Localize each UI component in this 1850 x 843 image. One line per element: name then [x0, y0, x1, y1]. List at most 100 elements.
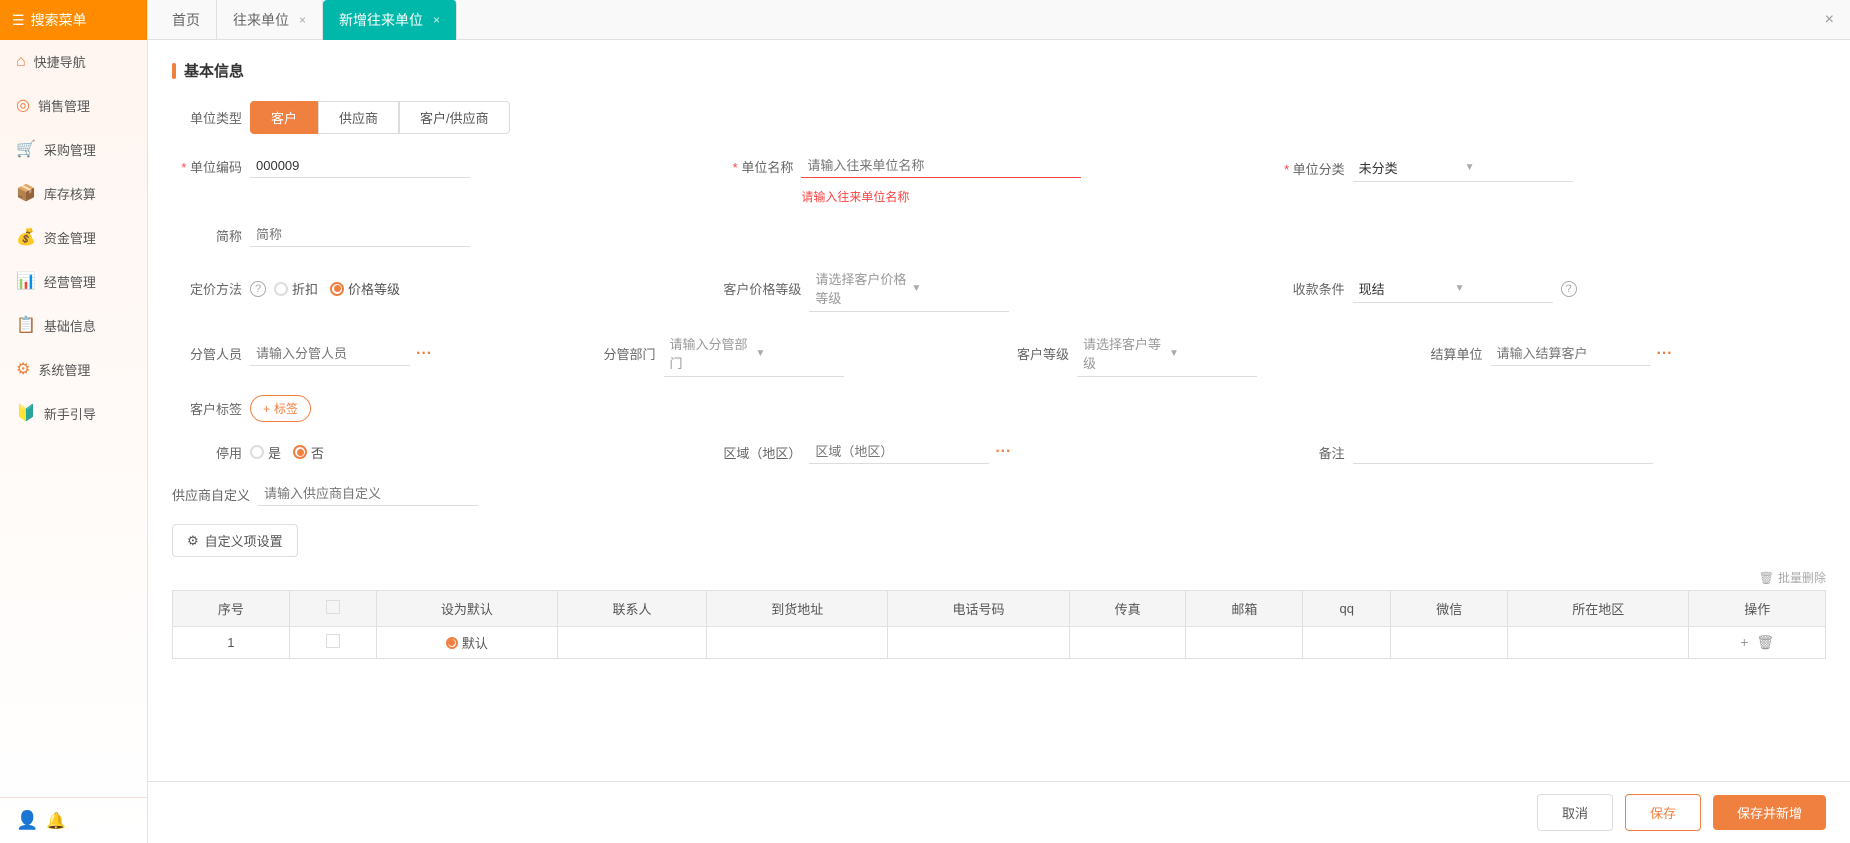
- payment-condition-select[interactable]: 现结 ▼: [1353, 275, 1553, 303]
- tab-partners-label: 往来单位: [233, 10, 289, 30]
- region-more-btn[interactable]: ···: [995, 443, 1011, 461]
- row-select-checkbox[interactable]: [326, 634, 340, 648]
- row-phone: [888, 627, 1069, 659]
- close-all-tabs[interactable]: ×: [1817, 11, 1842, 29]
- batch-delete-label[interactable]: 批量删除: [1778, 569, 1826, 586]
- manager-label: 分管人员: [172, 344, 242, 363]
- search-icon: ☰: [12, 12, 25, 29]
- unit-type-customer[interactable]: 客户: [250, 101, 318, 134]
- row-short-name: 简称: [172, 223, 1826, 247]
- row-add-btn[interactable]: +: [1740, 634, 1748, 651]
- sidebar-item-label: 经营管理: [44, 272, 96, 291]
- add-tag-btn[interactable]: + 标签: [250, 395, 311, 422]
- gear-icon: ⚙: [187, 533, 199, 549]
- row-contact: [558, 627, 707, 659]
- sidebar-item-inventory[interactable]: 📦 库存核算: [0, 171, 147, 215]
- settlement-input[interactable]: [1491, 342, 1651, 366]
- row-default-label: 默认: [462, 633, 488, 652]
- sidebar-item-label: 采购管理: [44, 140, 96, 159]
- sidebar-item-label: 新手引导: [44, 404, 96, 423]
- col-checkbox: [289, 591, 376, 627]
- custom-settings-btn[interactable]: ⚙ 自定义项设置: [172, 524, 298, 557]
- tab-partners-close[interactable]: ×: [299, 13, 306, 27]
- department-select[interactable]: 请输入分管部门 ▼: [664, 330, 844, 377]
- sidebar-item-system[interactable]: ⚙ 系统管理: [0, 347, 147, 391]
- unit-type-label: 单位类型: [172, 108, 242, 127]
- sidebar-item-operations[interactable]: 📊 经营管理: [0, 259, 147, 303]
- supplier-custom-label: 供应商自定义: [172, 485, 250, 504]
- disabled-yes-label: 是: [268, 443, 281, 462]
- sidebar-item-guide[interactable]: 🔰 新手引导: [0, 391, 147, 435]
- unit-type-both[interactable]: 客户/供应商: [399, 101, 510, 134]
- unit-type-row: 单位类型 客户 供应商 客户/供应商: [172, 101, 1826, 134]
- row-delete-btn[interactable]: 🗑: [1756, 634, 1774, 651]
- save-button[interactable]: 保存: [1625, 794, 1701, 831]
- col-action: 操作: [1689, 591, 1826, 627]
- search-menu[interactable]: ☰ 搜索菜单: [0, 0, 147, 40]
- sidebar-item-label: 销售管理: [38, 96, 90, 115]
- region-input[interactable]: [809, 440, 989, 464]
- tag-btn-label: 标签: [274, 400, 298, 417]
- form-container: 基本信息 单位类型 客户 供应商 客户/供应商 单位编码 单位名称: [148, 40, 1850, 781]
- pricing-method-help[interactable]: ?: [250, 281, 266, 297]
- tab-new-partner-close[interactable]: ×: [433, 13, 440, 27]
- sidebar-item-sales[interactable]: ◎ 销售管理: [0, 83, 147, 127]
- payment-condition-help[interactable]: ?: [1561, 281, 1577, 297]
- customer-price-level-value: 请选择客户价格等级: [815, 269, 907, 307]
- tags-label: 客户标签: [172, 399, 242, 418]
- sidebar-item-finance[interactable]: 💰 资金管理: [0, 215, 147, 259]
- department-arrow: ▼: [756, 348, 838, 359]
- row-manager: 分管人员 ··· 分管部门 请输入分管部门 ▼ 客户等级 请选择客户等级 ▼: [172, 330, 1826, 377]
- unit-name-error: 请输入往来单位名称: [801, 188, 909, 205]
- tab-home[interactable]: 首页: [156, 0, 217, 40]
- unit-code-input[interactable]: [250, 154, 470, 178]
- customer-level-select[interactable]: 请选择客户等级 ▼: [1077, 330, 1257, 377]
- disabled-yes[interactable]: 是: [250, 443, 281, 462]
- row-address: [707, 627, 888, 659]
- finance-icon: 💰: [16, 227, 36, 247]
- save-new-button[interactable]: 保存并新增: [1713, 795, 1826, 830]
- tab-partners[interactable]: 往来单位 ×: [217, 0, 323, 40]
- row-fax: [1069, 627, 1186, 659]
- row-seq: 1: [173, 627, 290, 659]
- batch-delete-area: 🗑 批量删除: [172, 569, 1826, 586]
- tab-bar: 首页 往来单位 × 新增往来单位 × ×: [148, 0, 1850, 40]
- sidebar-item-basic[interactable]: 📋 基础信息: [0, 303, 147, 347]
- row-qq: [1303, 627, 1391, 659]
- guide-icon: 🔰: [16, 403, 36, 423]
- settlement-unit-label: 结算单位: [1413, 344, 1483, 363]
- disabled-no[interactable]: 否: [293, 443, 324, 462]
- payment-condition-label: 收款条件: [1275, 279, 1345, 298]
- tab-new-partner[interactable]: 新增往来单位 ×: [323, 0, 457, 40]
- remarks-input[interactable]: [1353, 440, 1653, 464]
- customer-level-arrow: ▼: [1169, 348, 1251, 359]
- unit-name-label: 单位名称: [723, 157, 793, 176]
- unit-name-input[interactable]: [801, 154, 1081, 178]
- pricing-level[interactable]: 价格等级: [330, 279, 400, 298]
- sidebar-item-purchase[interactable]: 🛒 采购管理: [0, 127, 147, 171]
- settlement-more-btn[interactable]: ···: [1657, 345, 1673, 363]
- col-seq: 序号: [173, 591, 290, 627]
- sidebar-item-quick-nav[interactable]: ⌂ 快捷导航: [0, 40, 147, 83]
- pricing-discount[interactable]: 折扣: [274, 279, 318, 298]
- notification-icon: 🔔: [46, 811, 66, 831]
- col-address: 到货地址: [707, 591, 888, 627]
- disabled-yes-circle: [250, 445, 264, 459]
- sidebar-item-label: 系统管理: [38, 360, 90, 379]
- supplier-custom-input[interactable]: [258, 482, 478, 506]
- unit-type-supplier[interactable]: 供应商: [318, 101, 399, 134]
- row-disabled-region: 停用 是 否 区域（地区） ···: [172, 440, 1826, 464]
- manager-more-btn[interactable]: ···: [416, 345, 432, 363]
- unit-category-select[interactable]: 未分类 ▼: [1353, 154, 1573, 182]
- sidebar: ☰ 搜索菜单 ⌂ 快捷导航 ◎ 销售管理 🛒 采购管理 📦 库存核算 💰 资金管…: [0, 0, 148, 843]
- short-name-input[interactable]: [250, 223, 470, 247]
- pricing-level-circle: [330, 282, 344, 296]
- customer-price-level-select[interactable]: 请选择客户价格等级 ▼: [809, 265, 1009, 312]
- row-email: [1186, 627, 1303, 659]
- select-all-checkbox[interactable]: [326, 600, 340, 614]
- cancel-button[interactable]: 取消: [1537, 794, 1613, 831]
- row-default-radio[interactable]: [446, 637, 458, 649]
- tab-new-partner-label: 新增往来单位: [339, 10, 423, 30]
- manager-input[interactable]: [250, 342, 410, 366]
- row-wechat: [1391, 627, 1508, 659]
